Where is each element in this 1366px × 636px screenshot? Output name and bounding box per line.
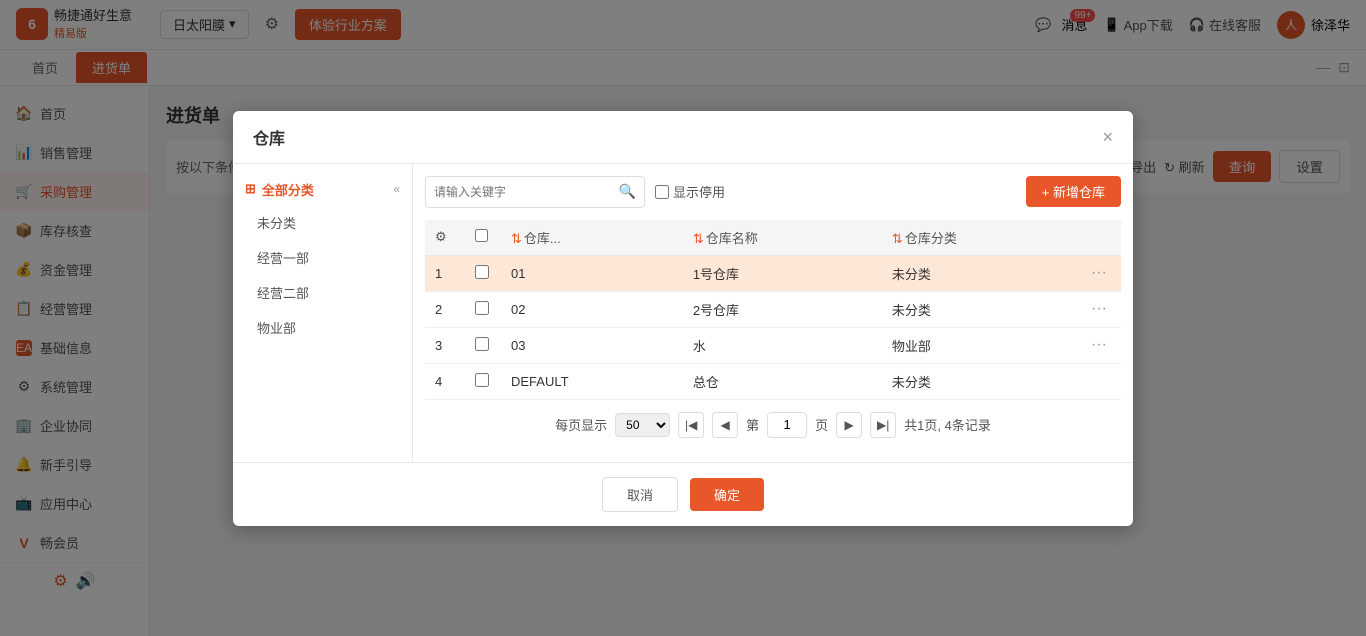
search-icon[interactable]: 🔍 (619, 183, 636, 200)
row-check-1[interactable] (465, 255, 501, 291)
row-name-4: 总仓 (683, 363, 882, 399)
row-more-icon-1[interactable]: ··· (1091, 264, 1107, 281)
row-code-2: 02 (501, 291, 683, 327)
per-page-label: 每页显示 (555, 415, 607, 434)
row-name-2: 2号仓库 (683, 291, 882, 327)
row-more-icon-2[interactable]: ··· (1091, 300, 1107, 317)
row-check-2[interactable] (465, 291, 501, 327)
row-name-1: 1号仓库 (683, 255, 882, 291)
table-row[interactable]: 3 03 水 物业部 ··· (425, 327, 1121, 363)
modal-close-button[interactable]: × (1102, 128, 1113, 146)
col-gear[interactable]: ⚙ (425, 220, 465, 256)
category-item-property[interactable]: 物业部 (233, 310, 412, 345)
gear-icon[interactable]: ⚙ (435, 229, 447, 244)
per-page-select[interactable]: 50100 (615, 413, 670, 437)
category-item-ops1[interactable]: 经营一部 (233, 240, 412, 275)
row-action-4[interactable] (1081, 363, 1121, 399)
next-page-button[interactable]: ▶ (836, 412, 862, 438)
row-code-1: 01 (501, 255, 683, 291)
category-item-unclassified[interactable]: 未分类 (233, 205, 412, 240)
row-code-4: DEFAULT (501, 363, 683, 399)
modal-body: ⊞ 全部分类 « 未分类 经营一部 经营二部 物业部 🔍 (233, 164, 1133, 462)
row-cat-3: 物业部 (882, 327, 1081, 363)
modal-title: 仓库 (253, 125, 285, 149)
col-code[interactable]: ⇅仓库... (501, 220, 683, 256)
search-input[interactable] (434, 185, 619, 199)
table-row[interactable]: 2 02 2号仓库 未分类 ··· (425, 291, 1121, 327)
row-action-2[interactable]: ··· (1081, 291, 1121, 327)
category-sidebar: ⊞ 全部分类 « 未分类 经营一部 经营二部 物业部 (233, 164, 413, 462)
row-checkbox-2[interactable] (475, 301, 489, 315)
add-warehouse-button[interactable]: + 新增仓库 (1026, 176, 1121, 207)
col-category[interactable]: ⇅仓库分类 (882, 220, 1081, 256)
page-label: 第 (746, 415, 759, 434)
sort-icon-name: ⇅ (693, 231, 704, 246)
show-disabled-label[interactable]: 显示停用 (655, 182, 725, 201)
page-unit: 页 (815, 415, 828, 434)
col-name[interactable]: ⇅仓库名称 (683, 220, 882, 256)
category-item-ops2[interactable]: 经营二部 (233, 275, 412, 310)
page-input[interactable] (767, 412, 807, 438)
row-name-3: 水 (683, 327, 882, 363)
pagination-area: 每页显示 50100 |◀ ◀ 第 页 ▶ ▶| 共1页, 4条记录 (425, 400, 1121, 450)
sort-icon-cat: ⇅ (892, 231, 903, 246)
row-check-4[interactable] (465, 363, 501, 399)
row-action-1[interactable]: ··· (1081, 255, 1121, 291)
row-cat-2: 未分类 (882, 291, 1081, 327)
category-all-label: 全部分类 (262, 180, 314, 199)
row-checkbox-4[interactable] (475, 373, 489, 387)
modal-header: 仓库 × (233, 111, 1133, 164)
select-all-checkbox[interactable] (475, 229, 488, 242)
row-checkbox-3[interactable] (475, 337, 489, 351)
first-page-button[interactable]: |◀ (678, 412, 704, 438)
row-num-1: 1 (425, 255, 465, 291)
col-check[interactable] (465, 220, 501, 256)
show-disabled-checkbox[interactable] (655, 185, 669, 199)
category-all[interactable]: ⊞ 全部分类 (245, 180, 314, 199)
table-row[interactable]: 1 01 1号仓库 未分类 ··· (425, 255, 1121, 291)
row-num-4: 4 (425, 363, 465, 399)
page-summary: 共1页, 4条记录 (904, 415, 991, 434)
grid-icon: ⊞ (245, 181, 256, 197)
search-box: 🔍 (425, 176, 645, 208)
row-action-3[interactable]: ··· (1081, 327, 1121, 363)
confirm-button[interactable]: 确定 (690, 478, 764, 511)
row-num-2: 2 (425, 291, 465, 327)
category-collapse-icon[interactable]: « (393, 182, 400, 196)
col-actions (1081, 220, 1121, 256)
table-row[interactable]: 4 DEFAULT 总仓 未分类 (425, 363, 1121, 399)
table-toolbar: 🔍 显示停用 + 新增仓库 (425, 176, 1121, 208)
row-check-3[interactable] (465, 327, 501, 363)
cancel-button[interactable]: 取消 (602, 477, 678, 512)
row-code-3: 03 (501, 327, 683, 363)
last-page-button[interactable]: ▶| (870, 412, 896, 438)
warehouse-modal: 仓库 × ⊞ 全部分类 « 未分类 经营一部 经营二部 物业部 (233, 111, 1133, 526)
modal-overlay: 仓库 × ⊞ 全部分类 « 未分类 经营一部 经营二部 物业部 (0, 0, 1366, 636)
row-cat-1: 未分类 (882, 255, 1081, 291)
row-checkbox-1[interactable] (475, 265, 489, 279)
table-area: 🔍 显示停用 + 新增仓库 ⚙ ⇅仓库... (413, 164, 1133, 462)
row-more-icon-3[interactable]: ··· (1091, 336, 1107, 353)
sort-icon: ⇅ (511, 231, 522, 246)
show-disabled-text: 显示停用 (673, 182, 725, 201)
modal-footer: 取消 确定 (233, 462, 1133, 526)
category-header: ⊞ 全部分类 « (233, 174, 412, 205)
warehouse-table: ⚙ ⇅仓库... ⇅仓库名称 ⇅仓库分类 1 01 (425, 220, 1121, 400)
prev-page-button[interactable]: ◀ (712, 412, 738, 438)
row-cat-4: 未分类 (882, 363, 1081, 399)
row-num-3: 3 (425, 327, 465, 363)
